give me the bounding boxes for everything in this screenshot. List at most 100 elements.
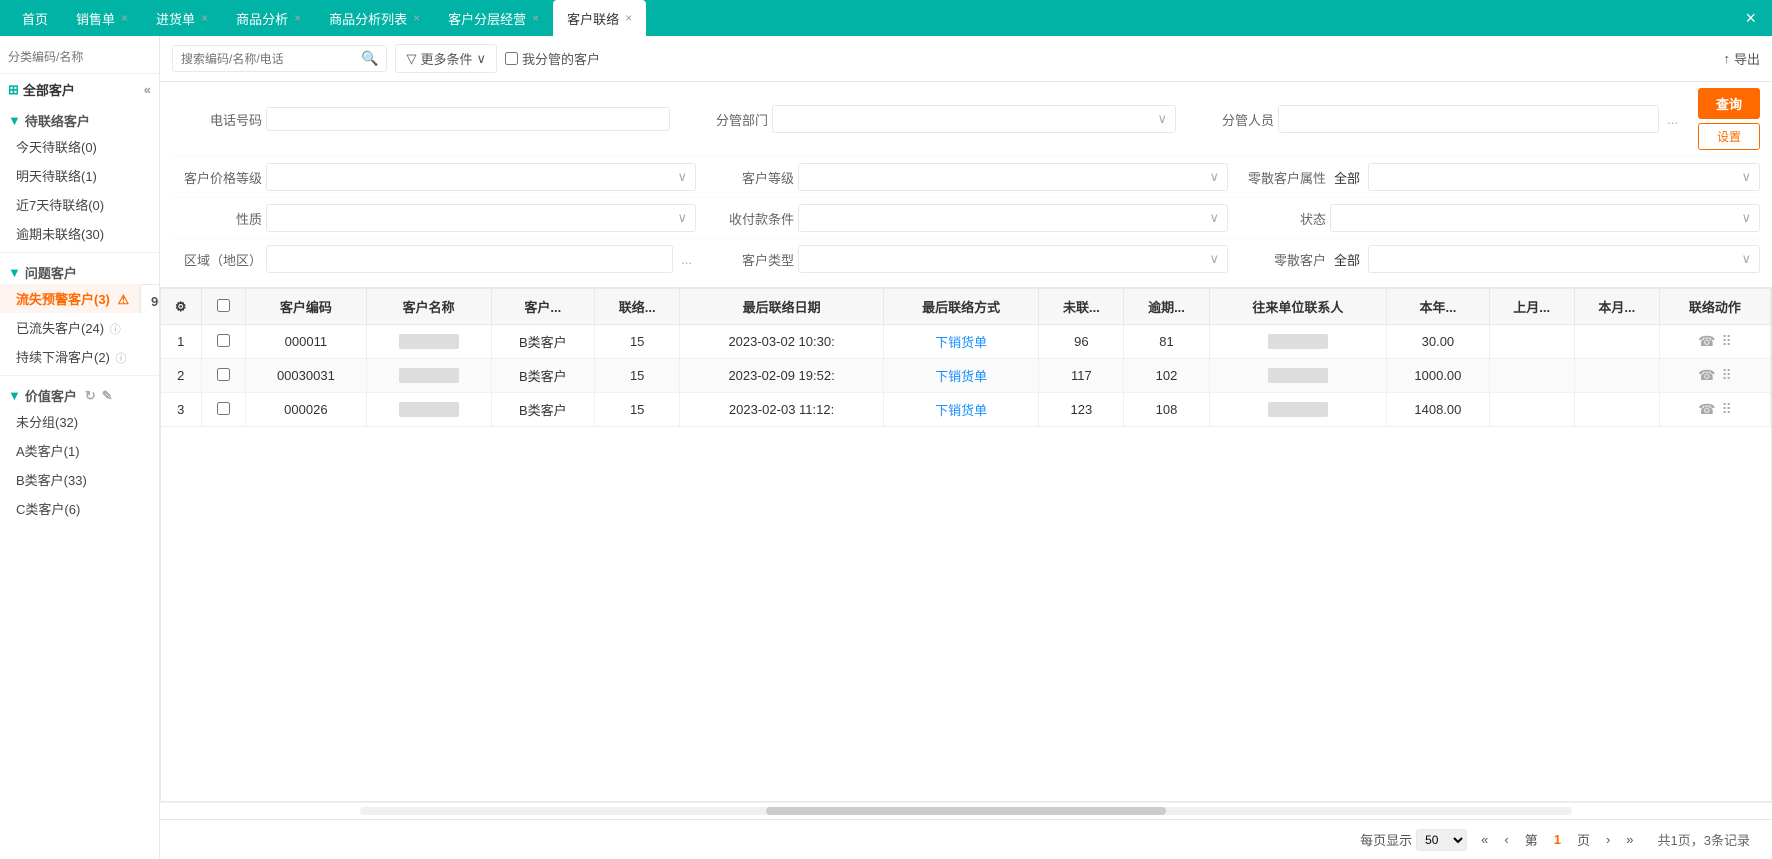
next-page-btn[interactable]: › xyxy=(1600,830,1616,849)
group-pending-contact[interactable]: ▼ 待联络客户 xyxy=(0,105,159,132)
col-contact[interactable]: 联络... xyxy=(595,289,680,325)
sidebar-item-overdue-contact[interactable]: 逾期未联络(30) xyxy=(0,219,159,248)
refresh-icon[interactable]: ↻ xyxy=(85,388,96,404)
cell-checkbox[interactable] xyxy=(201,393,245,427)
window-close-button[interactable]: × xyxy=(1737,8,1764,29)
tab-purchase[interactable]: 进货单 × xyxy=(142,0,222,36)
tab-customer-tier[interactable]: 客户分层经营 × xyxy=(434,0,553,36)
sidebar-item-declining[interactable]: 持续下滑客户(2) ⓘ xyxy=(0,342,159,371)
payment-select[interactable]: ∨ xyxy=(798,204,1228,232)
tab-customer-link[interactable]: 客户联络 × xyxy=(553,0,646,36)
sidebar-item-class-c[interactable]: C类客户(6) xyxy=(0,494,159,523)
row-checkbox[interactable] xyxy=(217,368,230,381)
my-customers-checkbox-label[interactable]: 我分管的客户 xyxy=(505,49,600,68)
col-action[interactable]: 联络动作 xyxy=(1659,289,1770,325)
tab-analysis[interactable]: 商品分析 × xyxy=(222,0,315,36)
area-select[interactable] xyxy=(266,245,673,273)
tab-close-sales[interactable]: × xyxy=(121,11,128,25)
col-this-year[interactable]: 本年... xyxy=(1387,289,1489,325)
tab-close-customer-tier[interactable]: × xyxy=(532,11,539,25)
my-customers-checkbox[interactable] xyxy=(505,52,518,65)
sidebar-item-class-b[interactable]: B类客户(33) xyxy=(0,465,159,494)
filter-search-input[interactable] xyxy=(181,52,361,66)
price-level-select[interactable]: ∨ xyxy=(266,163,696,191)
zero-sale-attr-select[interactable]: ∨ xyxy=(1368,163,1760,191)
row-checkbox[interactable] xyxy=(217,402,230,415)
area-dots[interactable]: ... xyxy=(677,252,696,267)
sidebar-item-ungrouped[interactable]: 未分组(32) xyxy=(0,407,159,436)
sidebar-search-box[interactable]: 🔍 xyxy=(0,44,159,74)
manager-dots[interactable]: ... xyxy=(1663,112,1682,127)
col-settings[interactable]: ⚙ xyxy=(161,289,201,325)
export-button[interactable]: ↑ 导出 xyxy=(1723,49,1760,68)
last-page-btn[interactable]: » xyxy=(1620,830,1639,849)
phone-label: 电话号码 xyxy=(172,110,262,129)
group-value-customers[interactable]: ▼ 价值客户 ↻ ✎ xyxy=(0,380,159,407)
sidebar-item-tomorrow-contact[interactable]: 明天待联络(1) xyxy=(0,161,159,190)
tab-sales[interactable]: 销售单 × xyxy=(62,0,142,36)
cell-unit-contact xyxy=(1209,325,1387,359)
action-contact-icon[interactable]: ☎ xyxy=(1698,401,1715,418)
action-more-icon[interactable]: ⠿ xyxy=(1722,401,1732,418)
customer-type-select[interactable]: ∨ xyxy=(798,245,1228,273)
per-page-select[interactable]: 50 100 200 xyxy=(1416,829,1467,851)
tab-close-purchase[interactable]: × xyxy=(201,11,208,25)
cell-last-contact-method[interactable]: 下销货单 xyxy=(883,393,1038,427)
group-problem-customers[interactable]: ▼ 问题客户 xyxy=(0,257,159,284)
col-last-month[interactable]: 上月... xyxy=(1489,289,1574,325)
tab-close-analysis[interactable]: × xyxy=(294,11,301,25)
col-checkbox[interactable] xyxy=(201,289,245,325)
action-contact-icon[interactable]: ☎ xyxy=(1698,367,1715,384)
more-conditions-btn[interactable]: ▽ 更多条件 ∨ xyxy=(395,44,497,73)
tab-home[interactable]: 首页 xyxy=(8,0,62,36)
col-overdue[interactable]: 逾期... xyxy=(1124,289,1209,325)
prev-page-btn[interactable]: ‹ xyxy=(1498,830,1514,849)
all-customers-header[interactable]: ⊞ 全部客户 « xyxy=(0,74,159,105)
sidebar-item-today-contact[interactable]: 今天待联络(0) xyxy=(0,132,159,161)
first-page-btn[interactable]: « xyxy=(1475,830,1494,849)
manager-select[interactable] xyxy=(1278,105,1659,133)
phone-input[interactable] xyxy=(266,107,670,131)
sidebar-item-churned[interactable]: 已流失客户(24) ⓘ xyxy=(0,313,159,342)
col-this-month[interactable]: 本月... xyxy=(1574,289,1659,325)
search-icon-filter[interactable]: 🔍 xyxy=(361,50,378,67)
action-contact-icon[interactable]: ☎ xyxy=(1698,333,1715,350)
col-code[interactable]: 客户编码 xyxy=(245,289,366,325)
sidebar-item-7days-contact[interactable]: 近7天待联络(0) xyxy=(0,190,159,219)
dept-select[interactable]: ∨ xyxy=(772,105,1176,133)
tab-analysis-list[interactable]: 商品分析列表 × xyxy=(315,0,434,36)
cell-checkbox[interactable] xyxy=(201,325,245,359)
search-box[interactable]: 🔍 xyxy=(172,45,387,72)
row-checkbox[interactable] xyxy=(217,334,230,347)
cell-this-year: 1408.00 xyxy=(1387,393,1489,427)
settings-button[interactable]: 设置 xyxy=(1698,123,1760,150)
zero-sale-select[interactable]: ∨ xyxy=(1368,245,1760,273)
tab-close-analysis-list[interactable]: × xyxy=(413,11,420,25)
sidebar-item-class-a[interactable]: A类客户(1) xyxy=(0,436,159,465)
col-uncontact[interactable]: 未联... xyxy=(1039,289,1124,325)
customer-level-select[interactable]: ∨ xyxy=(798,163,1228,191)
cell-checkbox[interactable] xyxy=(201,359,245,393)
action-more-icon[interactable]: ⠿ xyxy=(1722,367,1732,384)
cell-last-contact-method[interactable]: 下销货单 xyxy=(883,325,1038,359)
horizontal-scrollbar[interactable] xyxy=(360,807,1572,815)
collapse-icon[interactable]: « xyxy=(144,82,151,97)
action-more-icon[interactable]: ⠿ xyxy=(1722,333,1732,350)
sidebar-search-input[interactable] xyxy=(8,50,160,64)
col-unit-contact[interactable]: 往来单位联系人 xyxy=(1209,289,1387,325)
col-last-contact-date[interactable]: 最后联络日期 xyxy=(680,289,884,325)
payment-label: 收付款条件 xyxy=(704,209,794,228)
gender-select[interactable]: ∨ xyxy=(266,204,696,232)
sidebar-item-churn-warning[interactable]: 流失预警客户(3) ⚠ 90天未交易的客户，可能有流失风险。 xyxy=(0,284,159,313)
col-last-contact-method[interactable]: 最后联络方式 xyxy=(883,289,1038,325)
col-name[interactable]: 客户名称 xyxy=(366,289,491,325)
pagination-bar: 每页显示 50 100 200 « ‹ 第 1 页 › » 共1页，3条记录 xyxy=(160,819,1772,859)
chevron-down-icon: ∨ xyxy=(476,51,486,67)
tab-close-customer-link[interactable]: × xyxy=(625,11,632,25)
edit-icon[interactable]: ✎ xyxy=(102,388,113,404)
query-button[interactable]: 查询 xyxy=(1698,88,1760,119)
col-customer-type[interactable]: 客户... xyxy=(491,289,595,325)
cell-last-contact-method[interactable]: 下销货单 xyxy=(883,359,1038,393)
status-select[interactable]: ∨ xyxy=(1330,204,1760,232)
select-all-checkbox[interactable] xyxy=(217,299,230,312)
